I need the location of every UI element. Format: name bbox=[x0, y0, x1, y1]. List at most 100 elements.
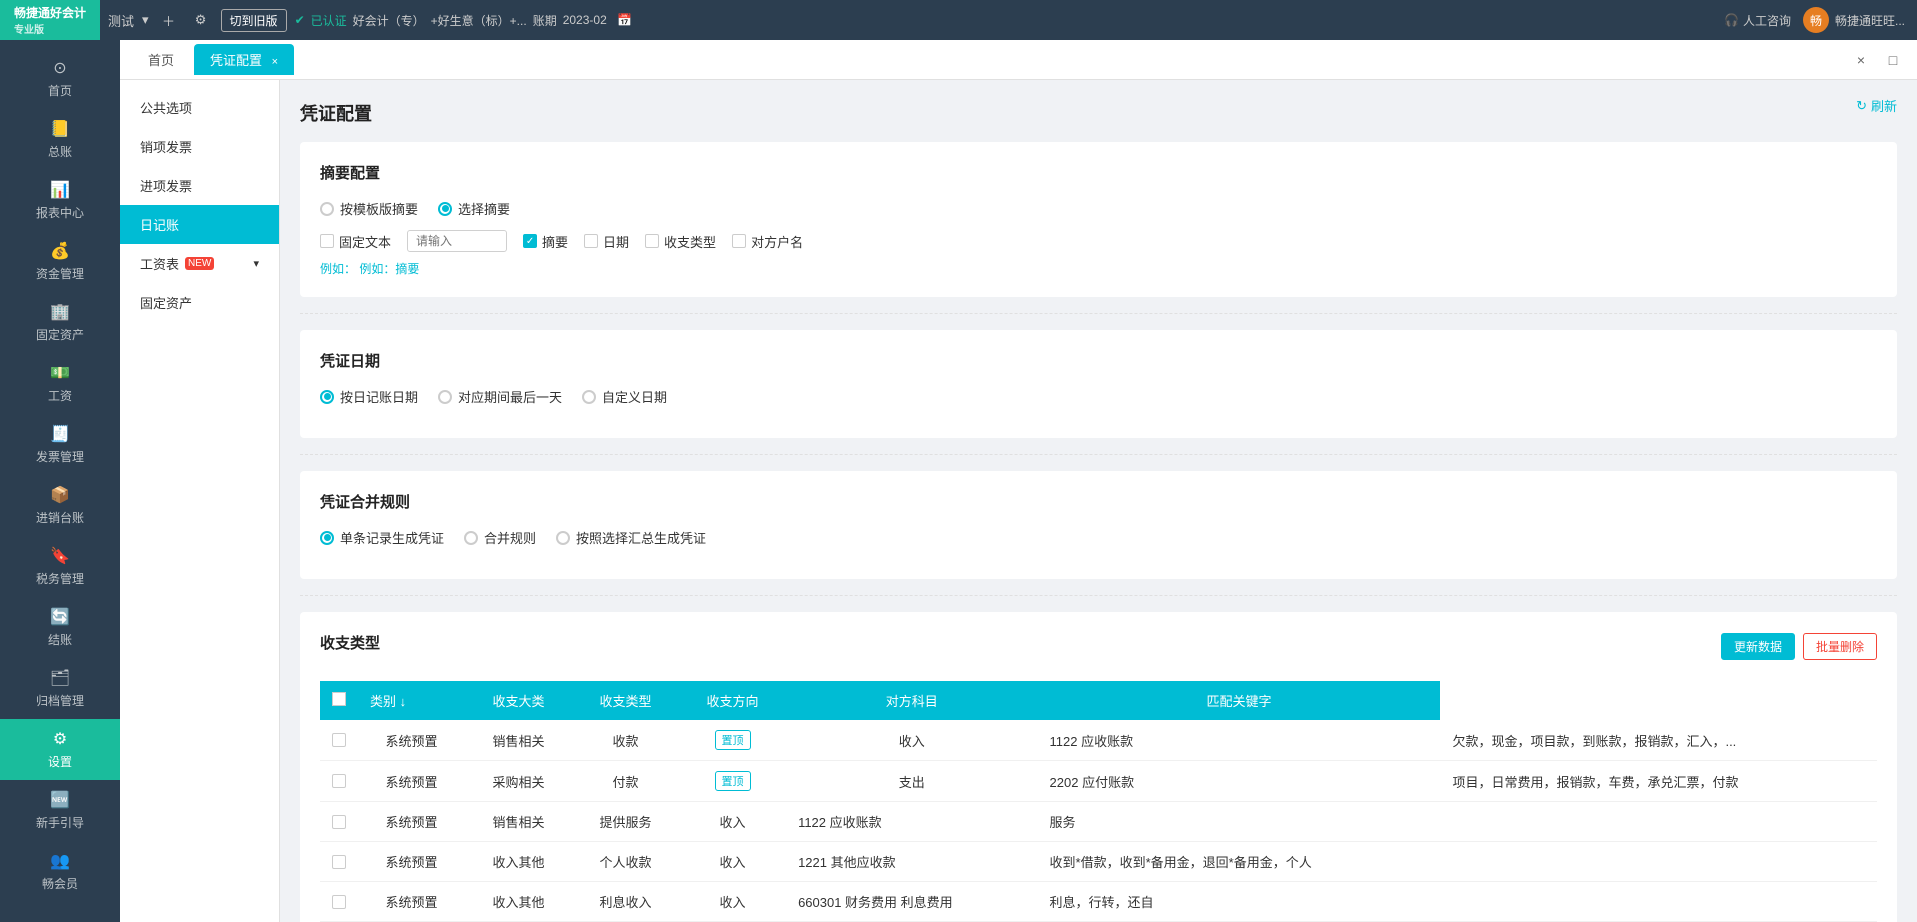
sidebar-item-fund[interactable]: 💰 资金管理 bbox=[0, 231, 120, 292]
date-radio-period-last[interactable]: 对应期间最后一天 bbox=[438, 387, 562, 406]
refresh-button[interactable]: ↻ 刷新 bbox=[1856, 96, 1897, 115]
row-3-category: 系统预置 bbox=[358, 802, 465, 842]
refresh-icon: ↻ bbox=[1856, 98, 1867, 114]
sidebar-item-purchase-sale[interactable]: 📦 进销台账 bbox=[0, 475, 120, 536]
row-5-checkbox[interactable] bbox=[332, 895, 346, 909]
support-link[interactable]: 🎧 人工咨询 bbox=[1724, 12, 1791, 29]
sidebar-item-report[interactable]: 📊 报表中心 bbox=[0, 170, 120, 231]
sidebar-item-tax[interactable]: 🔖 税务管理 bbox=[0, 536, 120, 597]
checkbox-summary[interactable]: ✓ 摘要 bbox=[523, 232, 568, 251]
sidebar-item-label-fund: 资金管理 bbox=[36, 265, 84, 282]
table-row: 系统预置 销售相关 收款 置顶 收入 1122 应收账款 欠款，现金，项目款，到… bbox=[320, 720, 1877, 761]
left-nav-fixed-assets-label: 固定资产 bbox=[140, 293, 192, 312]
summary-radio-template[interactable]: 按模板版摘要 bbox=[320, 199, 418, 218]
period-value: 2023-02 bbox=[563, 13, 607, 27]
update-data-button[interactable]: 更新数据 bbox=[1721, 633, 1795, 660]
header-checkbox[interactable] bbox=[332, 692, 346, 706]
checkbox-party[interactable]: 对方户名 bbox=[732, 232, 803, 251]
top-bar-right: 🎧 人工咨询 畅 畅捷通旺旺... bbox=[1724, 7, 1905, 33]
calendar-icon[interactable]: 📅 bbox=[613, 8, 637, 32]
summary-radio-select[interactable]: 选择摘要 bbox=[438, 199, 510, 218]
user-info[interactable]: 畅 畅捷通旺旺... bbox=[1803, 7, 1905, 33]
sidebar-item-label-asset: 固定资产 bbox=[36, 326, 84, 343]
merge-radio-total[interactable]: 按照选择汇总生成凭证 bbox=[556, 528, 706, 547]
tab-home-label: 首页 bbox=[148, 53, 174, 68]
left-nav-payroll-table[interactable]: 工资表 NEW ▾ bbox=[120, 244, 279, 283]
sidebar-item-asset[interactable]: 🏢 固定资产 bbox=[0, 292, 120, 353]
left-nav: 公共选项 销项发票 进项发票 日记账 工资表 NEW ▾ 固定资产 bbox=[120, 80, 280, 922]
checkbox-box-type bbox=[645, 234, 659, 248]
logo-line2: 专业版 bbox=[14, 21, 86, 36]
row-4-checkbox[interactable] bbox=[332, 855, 346, 869]
content-area: 首页 凭证配置 × × □ 公共选项 销项发票 进项发 bbox=[120, 40, 1917, 922]
sidebar-item-payroll[interactable]: 💵 工资 bbox=[0, 353, 120, 414]
settings-icon[interactable]: ⚙ bbox=[189, 8, 213, 32]
th-income-expense-type: 收支类型 bbox=[572, 681, 679, 720]
checkbox-date[interactable]: 日期 bbox=[584, 232, 629, 251]
left-nav-purchase-invoice-label: 进项发票 bbox=[140, 176, 192, 195]
sidebar-item-archive[interactable]: 🗂 归档管理 bbox=[0, 658, 120, 719]
fixed-text-input[interactable] bbox=[407, 230, 507, 252]
table-body: 系统预置 销售相关 收款 置顶 收入 1122 应收账款 欠款，现金，项目款，到… bbox=[320, 720, 1877, 922]
row-5-type: 利息收入 bbox=[572, 882, 679, 922]
checkbox-box-fixed-text bbox=[320, 234, 334, 248]
row-2-direction: 支出 bbox=[786, 761, 1037, 802]
switch-version-button[interactable]: 切到旧版 bbox=[221, 9, 287, 32]
checkbox-box-summary: ✓ bbox=[523, 234, 537, 248]
left-nav-payroll-table-label: 工资表 bbox=[140, 254, 179, 273]
sidebar-item-invoice-mgmt[interactable]: 🧾 发票管理 bbox=[0, 414, 120, 475]
sidebar-item-label-archive: 归档管理 bbox=[36, 692, 84, 709]
tab-voucher-close[interactable]: × bbox=[272, 56, 278, 68]
merge-radio-single[interactable]: 单条记录生成凭证 bbox=[320, 528, 444, 547]
certified-status: 已认证 bbox=[311, 12, 347, 29]
left-nav-public[interactable]: 公共选项 bbox=[120, 88, 279, 127]
top-bar-dropdown-arrow[interactable]: ▾ bbox=[142, 12, 149, 28]
tab-bar: 首页 凭证配置 × × □ bbox=[120, 40, 1917, 80]
add-icon[interactable]: ＋ bbox=[157, 8, 181, 32]
batch-delete-button[interactable]: 批量删除 bbox=[1803, 633, 1877, 660]
checkbox-fixed-text[interactable]: 固定文本 bbox=[320, 232, 391, 251]
radio-custom-date-label: 自定义日期 bbox=[602, 387, 667, 406]
sidebar-item-settings[interactable]: ⚙ 设置 bbox=[0, 719, 120, 780]
main-panel: 凭证配置 ↻ 刷新 摘要配置 按模板版摘要 选 bbox=[280, 80, 1917, 922]
merge-radio-rule[interactable]: 合并规则 bbox=[464, 528, 536, 547]
date-radio-custom[interactable]: 自定义日期 bbox=[582, 387, 667, 406]
income-expense-section: 收支类型 更新数据 批量删除 bbox=[300, 612, 1897, 922]
window-expand-button[interactable]: □ bbox=[1881, 48, 1905, 72]
row-1-direction: 收入 bbox=[786, 720, 1037, 761]
sidebar-item-guide[interactable]: 🆕 新手引导 bbox=[0, 780, 120, 841]
left-nav-purchase-invoice[interactable]: 进项发票 bbox=[120, 166, 279, 205]
row-3-checkbox[interactable] bbox=[332, 815, 346, 829]
row-5-direction: 收入 bbox=[679, 882, 786, 922]
row-2-checkbox-cell bbox=[320, 761, 358, 802]
sidebar-item-settlement[interactable]: 🔄 结账 bbox=[0, 597, 120, 658]
tax-icon: 🔖 bbox=[50, 546, 70, 566]
page-content: 公共选项 销项发票 进项发票 日记账 工资表 NEW ▾ 固定资产 bbox=[120, 80, 1917, 922]
row-5-keywords: 利息，行转，还自 bbox=[1038, 882, 1441, 922]
tab-home[interactable]: 首页 bbox=[132, 44, 190, 75]
left-nav-journal[interactable]: 日记账 bbox=[120, 205, 279, 244]
table-actions: 更新数据 批量删除 bbox=[1721, 633, 1877, 660]
left-nav-sales-invoice[interactable]: 销项发票 bbox=[120, 127, 279, 166]
date-radio-journal[interactable]: 按日记账日期 bbox=[320, 387, 418, 406]
left-nav-fixed-assets[interactable]: 固定资产 bbox=[120, 283, 279, 322]
logo-line1: 畅捷通好会计 bbox=[14, 4, 86, 21]
sidebar-item-ledger[interactable]: 📒 总账 bbox=[0, 109, 120, 170]
sidebar-item-home[interactable]: ⊙ 首页 bbox=[0, 48, 120, 109]
left-nav-arrow-icon: ▾ bbox=[253, 257, 259, 270]
top-tag-2[interactable]: 置顶 bbox=[715, 771, 751, 791]
row-2-checkbox[interactable] bbox=[332, 774, 346, 788]
window-close-button[interactable]: × bbox=[1849, 48, 1873, 72]
row-1-major-type: 销售相关 bbox=[465, 720, 572, 761]
sidebar-item-member[interactable]: 👥 畅会员 bbox=[0, 841, 120, 902]
radio-circle-custom-date bbox=[582, 390, 596, 404]
top-tag-1[interactable]: 置顶 bbox=[715, 730, 751, 750]
checkbox-box-party bbox=[732, 234, 746, 248]
th-checkbox bbox=[320, 681, 358, 720]
checkbox-type[interactable]: 收支类型 bbox=[645, 232, 716, 251]
sidebar-item-label-settings: 设置 bbox=[48, 753, 72, 770]
row-1-checkbox[interactable] bbox=[332, 733, 346, 747]
tab-voucher[interactable]: 凭证配置 × bbox=[194, 44, 294, 75]
left-nav-sales-invoice-label: 销项发票 bbox=[140, 137, 192, 156]
row-3-major-type: 销售相关 bbox=[465, 802, 572, 842]
